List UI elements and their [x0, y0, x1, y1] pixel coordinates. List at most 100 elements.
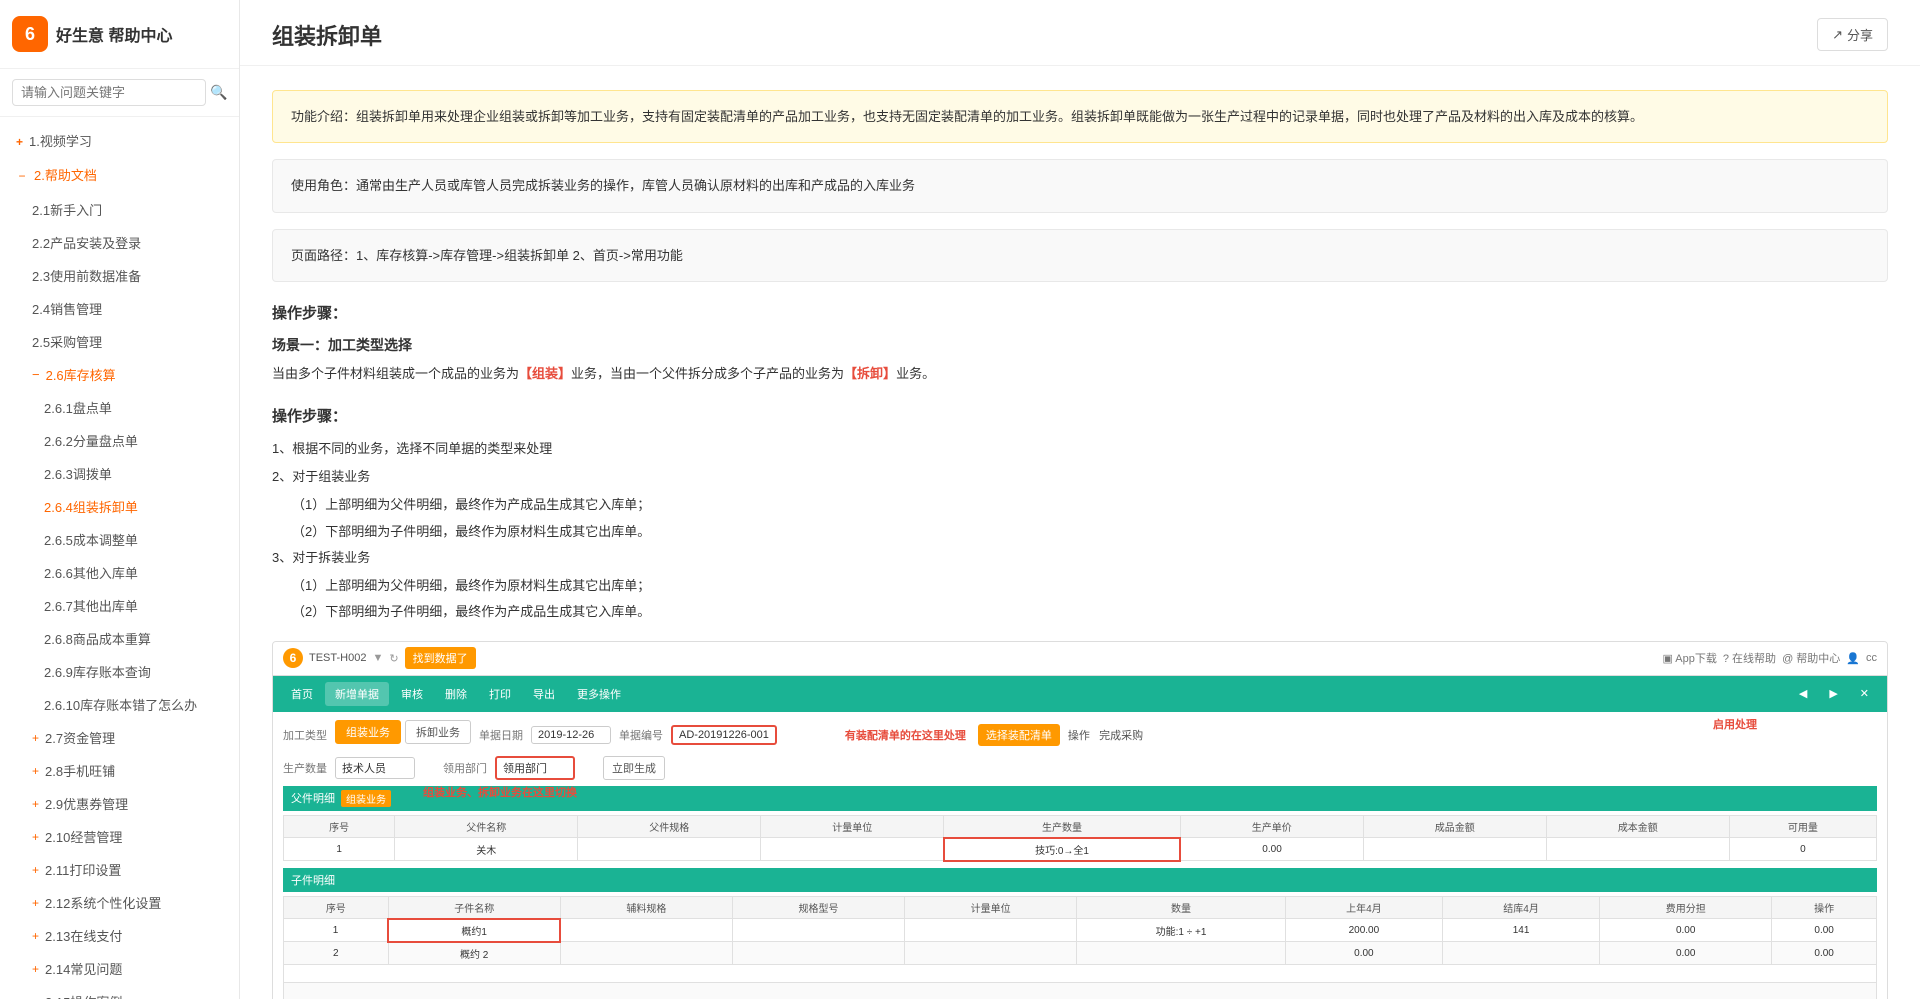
sidebar-item-2.9[interactable]: + 2.9优惠券管理: [0, 787, 239, 820]
mock-nav-approve[interactable]: 审核: [391, 682, 433, 706]
sidebar-item-2.11[interactable]: + 2.11打印设置: [0, 853, 239, 886]
sidebar-item-2.7[interactable]: + 2.7资金管理: [0, 721, 239, 754]
mock-order-value: AD-20191226-001: [671, 725, 777, 745]
mock-support-label: @ 帮助中心: [1782, 650, 1840, 666]
sidebar-item-2.3[interactable]: 2.3使用前数据准备: [0, 259, 239, 292]
sidebar-sub-label: 2.4销售管理: [32, 299, 102, 318]
sidebar-item-2.6.2[interactable]: 2.6.2分量盘点单: [0, 424, 239, 457]
sidebar-sub-label: 2.11打印设置: [45, 860, 121, 879]
sidebar-item-2.14[interactable]: + 2.14常见问题: [0, 952, 239, 985]
sidebar-item-2.6.5[interactable]: 2.6.5成本调整单: [0, 523, 239, 556]
mock-type-disassemble[interactable]: 拆卸业务: [405, 720, 471, 744]
mock-table-top-badge: 组装业务: [341, 790, 391, 807]
sidebar-item-2.15[interactable]: + 2.15操作案例: [0, 985, 239, 999]
sidebar-sub-label: 2.8手机旺铺: [45, 761, 115, 780]
table-row: 2 概约 2 0.00 0.00 0.00: [284, 942, 1877, 965]
mock-empty-row: [284, 964, 1877, 982]
sidebar-item-2.6.3[interactable]: 2.6.3调拨单: [0, 457, 239, 490]
sidebar-item-2.1[interactable]: 2.1新手入门: [0, 193, 239, 226]
mock-td-product-amt: [1363, 838, 1546, 861]
sidebar-sub-label: 2.6.3调拨单: [44, 464, 112, 483]
mock-btd-spec2: [560, 942, 732, 965]
mock-order-label: 单据编号: [619, 727, 663, 743]
search-input[interactable]: [12, 79, 206, 106]
collapse-icon: −: [32, 367, 40, 382]
mock-nav-next[interactable]: ▶: [1819, 683, 1847, 704]
search-box: 🔍: [0, 69, 239, 117]
mock-nav-delete[interactable]: 删除: [435, 682, 477, 706]
sidebar-item-docs[interactable]: − 2.帮助文档: [0, 159, 239, 193]
nav-list: + 1.视频学习 − 2.帮助文档 2.1新手入门 2.2产品安装及登录 2.3…: [0, 117, 239, 999]
mock-th-unit: 计量单位: [761, 815, 944, 838]
mock-btd-qty2: [1077, 942, 1286, 965]
mock-bth-ops: 操作: [1772, 896, 1877, 919]
sidebar-sub-label: 2.12系统个性化设置: [45, 893, 161, 912]
mock-nav-print[interactable]: 打印: [479, 682, 521, 706]
sidebar-item-2.13[interactable]: + 2.13在线支付: [0, 919, 239, 952]
table-row: 1 概约1 功能:1 ÷ +1 200.00 141 0.00 0.0: [284, 919, 1877, 942]
mock-bth-qty: 数量: [1077, 896, 1286, 919]
share-label: 分享: [1847, 25, 1873, 44]
sidebar-item-2.6[interactable]: − 2.6库存核算: [0, 358, 239, 391]
sidebar-item-2.6.6[interactable]: 2.6.6其他入库单: [0, 556, 239, 589]
table-row-empty: [284, 964, 1877, 982]
sidebar-item-2.6.8[interactable]: 2.6.8商品成本重算: [0, 622, 239, 655]
mock-qty-label: 生产数量: [283, 760, 327, 776]
mock-nav-close[interactable]: ✕: [1850, 683, 1879, 704]
mock-btd-unit: [905, 919, 1077, 942]
sidebar-item-2.8[interactable]: + 2.8手机旺铺: [0, 754, 239, 787]
step2-sub1: （1）上部明细为父件明细，最终作为产成品生成其它入库单；: [292, 494, 1888, 516]
mock-btd-stock2: [1442, 942, 1599, 965]
mock-nav-new[interactable]: 新增单据: [325, 682, 389, 706]
share-button[interactable]: ↗ 分享: [1817, 18, 1888, 51]
mock-nav-export[interactable]: 导出: [523, 682, 565, 706]
sidebar-sub-label: 2.6.5成本调整单: [44, 530, 138, 549]
sidebar-item-2.10[interactable]: + 2.10经营管理: [0, 820, 239, 853]
sidebar-item-2.6.9[interactable]: 2.6.9库存账本查询: [0, 655, 239, 688]
mock-save-btn[interactable]: 立即生成: [603, 756, 665, 780]
scenario1-desc: 当由多个子件材料组装成一个成品的业务为【组装】业务，当由一个父件拆分成多个子产品…: [272, 363, 1888, 385]
mock-nav-more[interactable]: 更多操作: [567, 682, 631, 706]
search-button[interactable]: 🔍: [210, 84, 227, 101]
mock-action-btns: 操作 完成采购: [1068, 727, 1143, 743]
mock-content-area: 加工类型 组装业务 拆卸业务 单据日期 2019-12-26 单据编号 AD-2…: [273, 712, 1887, 999]
sidebar-item-2.2[interactable]: 2.2产品安装及登录: [0, 226, 239, 259]
sidebar-item-2.4[interactable]: 2.4销售管理: [0, 292, 239, 325]
mock-nav-home[interactable]: 首页: [281, 682, 323, 706]
mock-ann2-text: 组装业务、拆卸业务在这里切换: [423, 784, 577, 800]
mock-qty-value: 技术人员: [335, 757, 415, 779]
mock-td-available: 0: [1729, 838, 1876, 861]
sidebar-item-2.6.10[interactable]: 2.6.10库存账本错了怎么办: [0, 688, 239, 721]
mock-btd-name2: 概约 2: [388, 942, 560, 965]
logo-text: 好生意 帮助中心: [56, 22, 172, 46]
mock-type-assemble[interactable]: 组装业务: [335, 720, 401, 744]
sidebar-item-2.12[interactable]: + 2.12系统个性化设置: [0, 886, 239, 919]
collapse-icon: −: [16, 170, 28, 182]
step3-sub1: （1）上部明细为父件明细，最终作为原材料生成其它出库单；: [292, 575, 1888, 597]
sidebar-item-2.6.1[interactable]: 2.6.1盘点单: [0, 391, 239, 424]
sidebar-item-2.6.4[interactable]: 2.6.4组装拆卸单: [0, 490, 239, 523]
mock-topbar-right: ▣ App下载 ? 在线帮助 @ 帮助中心 👤 cc: [1662, 650, 1877, 666]
mock-dept-value: 领用部门: [495, 756, 575, 780]
mock-date-value: 2019-12-26: [531, 726, 611, 744]
step1: 1、根据不同的业务，选择不同单据的类型来处理: [272, 438, 1888, 460]
expand-icon: +: [32, 731, 39, 745]
sidebar-item-2.6.7[interactable]: 2.6.7其他出库单: [0, 589, 239, 622]
mock-btd-unit2: [905, 942, 1077, 965]
step3-sub2: （2）下部明细为子件明细，最终作为产成品生成其它入库单。: [292, 601, 1888, 623]
mock-select-btn[interactable]: 选择装配清单: [978, 724, 1060, 746]
mock-help-label: ? 在线帮助: [1723, 650, 1776, 666]
sidebar-sub-label: 2.7资金管理: [45, 728, 115, 747]
mock-th-seq: 序号: [284, 815, 395, 838]
sidebar-sub-label: 2.6.2分量盘点单: [44, 431, 138, 450]
sidebar-item-2.5[interactable]: 2.5采购管理: [0, 325, 239, 358]
logo-icon: 6: [12, 16, 48, 52]
sidebar-item-video[interactable]: + 1.视频学习: [0, 125, 239, 159]
sidebar-sub-label: 2.6.10库存账本错了怎么办: [44, 695, 197, 714]
mock-btn-new[interactable]: 找到数据了: [405, 647, 476, 669]
mock-btd-seq2: 2: [284, 942, 389, 965]
expand-icon: +: [32, 830, 39, 844]
mock-nav-prev[interactable]: ◀: [1789, 683, 1817, 704]
mock-logo: 6: [283, 648, 303, 668]
expand-icon: +: [32, 929, 39, 943]
